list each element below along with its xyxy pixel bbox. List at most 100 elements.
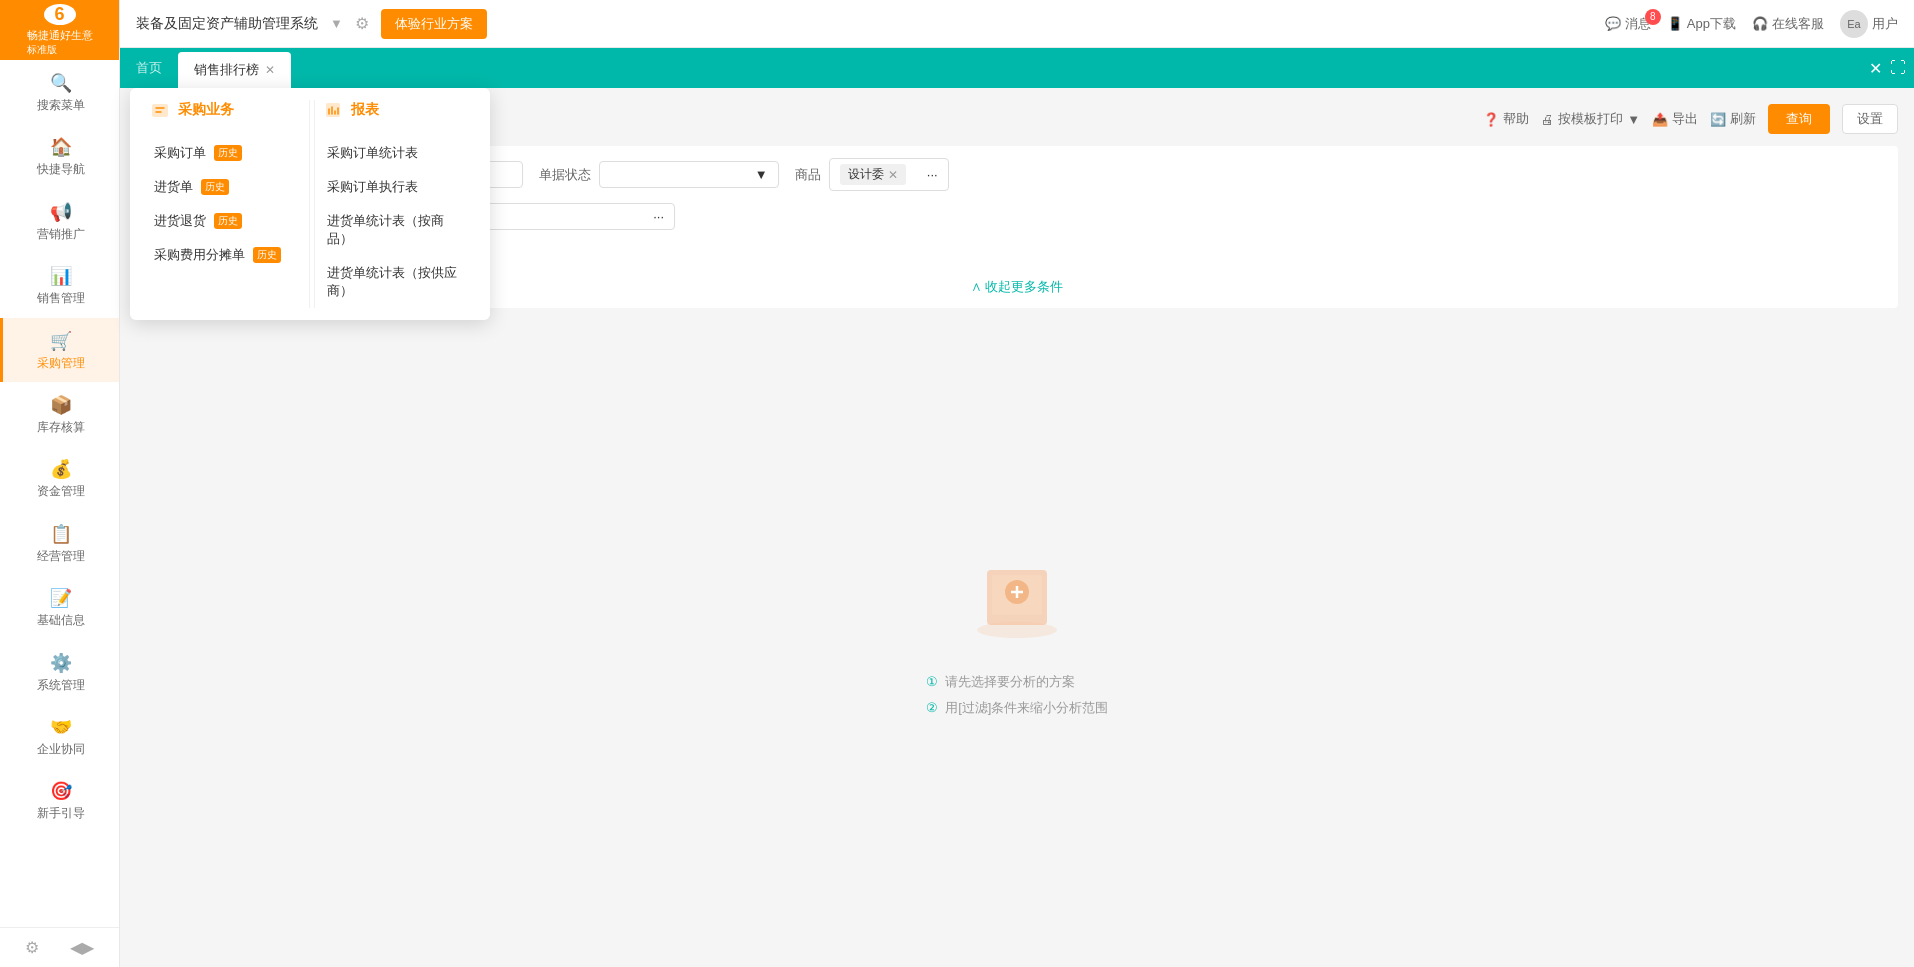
dropdown-item-incoming[interactable]: 进货单 历史 [150, 170, 297, 204]
dropdown-item-expense[interactable]: 采购费用分摊单 历史 [150, 238, 297, 272]
query-btn[interactable]: 查询 [1768, 104, 1830, 134]
message-item[interactable]: 💬 消息 8 [1605, 15, 1651, 33]
goods-select[interactable]: 设计委 ✕ ··· [829, 158, 949, 191]
top-bar: 装备及固定资产辅助管理系统 ▼ ⚙ 体验行业方案 💬 消息 8 📱 App下载 … [120, 0, 1914, 48]
sidebar-item-marketing[interactable]: 📢 营销推广 [0, 189, 119, 253]
export-icon: 📤 [1652, 112, 1668, 127]
dropdown-item-report-1[interactable]: 采购订单执行表 [323, 170, 470, 204]
user-item[interactable]: Ea 用户 [1840, 10, 1898, 38]
tab-bar-expand-icon[interactable]: ⛶ [1890, 59, 1906, 77]
settings-gear-icon[interactable]: ⚙ [355, 14, 369, 33]
industry-btn[interactable]: 体验行业方案 [381, 9, 487, 39]
salesperson-more-icon: ··· [653, 209, 664, 224]
collapse-icon: ∧ [971, 279, 982, 294]
history-badge-2: 历史 [214, 213, 242, 229]
tab-home[interactable]: 首页 [120, 48, 178, 88]
refresh-btn[interactable]: 🔄 刷新 [1710, 110, 1756, 128]
empty-illustration [957, 550, 1077, 653]
system-title: 装备及固定资产辅助管理系统 [136, 15, 318, 33]
history-badge-0: 历史 [214, 145, 242, 161]
dropdown-menu: 采购业务 采购订单 历史 进货单 历史 进货退货 历史 采购费用分摊单 历史 [130, 88, 490, 320]
dropdown-item-report-0[interactable]: 采购订单统计表 [323, 136, 470, 170]
sales-icon: 📊 [50, 265, 72, 287]
sidebar-item-operation[interactable]: 📋 经营管理 [0, 511, 119, 575]
top-bar-left: 装备及固定资产辅助管理系统 ▼ ⚙ 体验行业方案 [136, 9, 487, 39]
empty-tip-2: ② 用[过滤]条件来缩小分析范围 [926, 695, 1109, 721]
empty-tips: ① 请先选择要分析的方案 ② 用[过滤]条件来缩小分析范围 [926, 669, 1109, 721]
status-select[interactable]: ▼ [599, 161, 779, 188]
app-logo: 6 畅捷通好生意 标准版 [0, 0, 119, 60]
goods-tag-close[interactable]: ✕ [888, 168, 898, 182]
finance-icon: 💰 [50, 458, 72, 480]
dropdown-item-report-2[interactable]: 进货单统计表（按商品） [323, 204, 470, 256]
goods-more-icon: ··· [927, 167, 938, 182]
basic-info-icon: 📝 [50, 587, 72, 609]
dropdown-arrow-icon[interactable]: ▼ [330, 16, 343, 31]
help-btn[interactable]: ❓ 帮助 [1483, 110, 1529, 128]
dropdown-report-col: 报表 采购订单统计表 采购订单执行表 进货单统计表（按商品） 进货单统计表（按供… [314, 100, 478, 308]
print-btn[interactable]: 🖨 按模板打印 ▼ [1541, 110, 1640, 128]
empty-state: ① 请先选择要分析的方案 ② 用[过滤]条件来缩小分析范围 [136, 320, 1898, 951]
export-btn[interactable]: 📤 导出 [1652, 110, 1698, 128]
tab-close-icon[interactable]: ✕ [265, 63, 275, 77]
tab-home-label: 首页 [136, 59, 162, 77]
tab-sales-rank[interactable]: 销售排行榜 ✕ [178, 52, 291, 88]
tab-bar-close-icon[interactable]: ✕ [1869, 59, 1882, 78]
sidebar-nav: 🔍 搜索菜单 🏠 快捷导航 📢 营销推广 📊 销售管理 🛒 采购管理 📦 [0, 60, 119, 927]
dropdown-item-purchase-order[interactable]: 采购订单 历史 [150, 136, 297, 170]
status-label: 单据状态 [539, 166, 591, 184]
app-download-label: App下载 [1687, 15, 1736, 33]
sidebar-item-inventory[interactable]: 📦 库存核算 [0, 382, 119, 446]
sidebar-item-search[interactable]: 🔍 搜索菜单 [0, 60, 119, 124]
dropdown-purchase-title: 采购业务 [150, 100, 297, 126]
sidebar-item-finance[interactable]: 💰 资金管理 [0, 446, 119, 510]
logo-icon: 6 [44, 4, 76, 25]
collapse-sidebar-btn[interactable]: ◀▶ [70, 938, 94, 957]
sidebar-item-system[interactable]: ⚙️ 系统管理 [0, 640, 119, 704]
tab-sales-rank-label: 销售排行榜 [194, 61, 259, 79]
dropdown-purchase-col: 采购业务 采购订单 历史 进货单 历史 进货退货 历史 采购费用分摊单 历史 [142, 100, 305, 308]
online-service-label: 在线客服 [1772, 15, 1824, 33]
print-icon: 🖨 [1541, 112, 1554, 127]
dropdown-item-report-3[interactable]: 进货单统计表（按供应商） [323, 256, 470, 308]
salesperson-select[interactable]: ··· [475, 203, 675, 230]
sidebar-footer: ⚙ ◀▶ [0, 927, 119, 967]
avatar: Ea [1840, 10, 1868, 38]
sidebar-item-enterprise[interactable]: 🤝 企业协同 [0, 704, 119, 768]
report-col-icon [323, 100, 343, 120]
svg-rect-6 [152, 104, 168, 117]
dropdown-report-title: 报表 [323, 100, 470, 126]
settings-btn[interactable]: 设置 [1842, 104, 1898, 134]
marketing-icon: 📢 [50, 201, 72, 223]
sidebar-item-quick-nav[interactable]: 🏠 快捷导航 [0, 124, 119, 188]
dropdown-item-return[interactable]: 进货退货 历史 [150, 204, 297, 238]
tab-bar: 首页 销售排行榜 ✕ ✕ ⛶ [120, 48, 1914, 88]
status-filter: 单据状态 ▼ [539, 161, 779, 188]
history-badge-3: 历史 [253, 247, 281, 263]
settings-bottom-btn[interactable]: ⚙ [25, 938, 39, 957]
sidebar-item-basic-info[interactable]: 📝 基础信息 [0, 575, 119, 639]
message-badge: 8 [1645, 9, 1661, 25]
app-download-item[interactable]: 📱 App下载 [1667, 15, 1736, 33]
guide-icon: 🎯 [50, 780, 72, 802]
home-icon: 🏠 [50, 136, 72, 158]
headset-icon: 🎧 [1752, 16, 1768, 31]
refresh-icon: 🔄 [1710, 112, 1726, 127]
message-icon: 💬 [1605, 16, 1621, 31]
history-badge-1: 历史 [201, 179, 229, 195]
goods-tag: 设计委 ✕ [840, 164, 906, 185]
sidebar-item-sales[interactable]: 📊 销售管理 [0, 253, 119, 317]
online-service-item[interactable]: 🎧 在线客服 [1752, 15, 1824, 33]
search-icon: 🔍 [50, 72, 72, 94]
dropdown-columns: 采购业务 采购订单 历史 进货单 历史 进货退货 历史 采购费用分摊单 历史 [142, 100, 478, 308]
logo-text: 畅捷通好生意 标准版 [27, 28, 93, 57]
user-label: 用户 [1872, 15, 1898, 33]
sidebar-item-purchase[interactable]: 🛒 采购管理 [0, 318, 119, 382]
empty-svg [957, 550, 1077, 650]
goods-filter: 商品 设计委 ✕ ··· [795, 158, 949, 191]
purchase-icon: 🛒 [50, 330, 72, 352]
inventory-icon: 📦 [50, 394, 72, 416]
phone-icon: 📱 [1667, 16, 1683, 31]
print-dropdown-icon: ▼ [1627, 112, 1640, 127]
sidebar-item-guide[interactable]: 🎯 新手引导 [0, 768, 119, 832]
